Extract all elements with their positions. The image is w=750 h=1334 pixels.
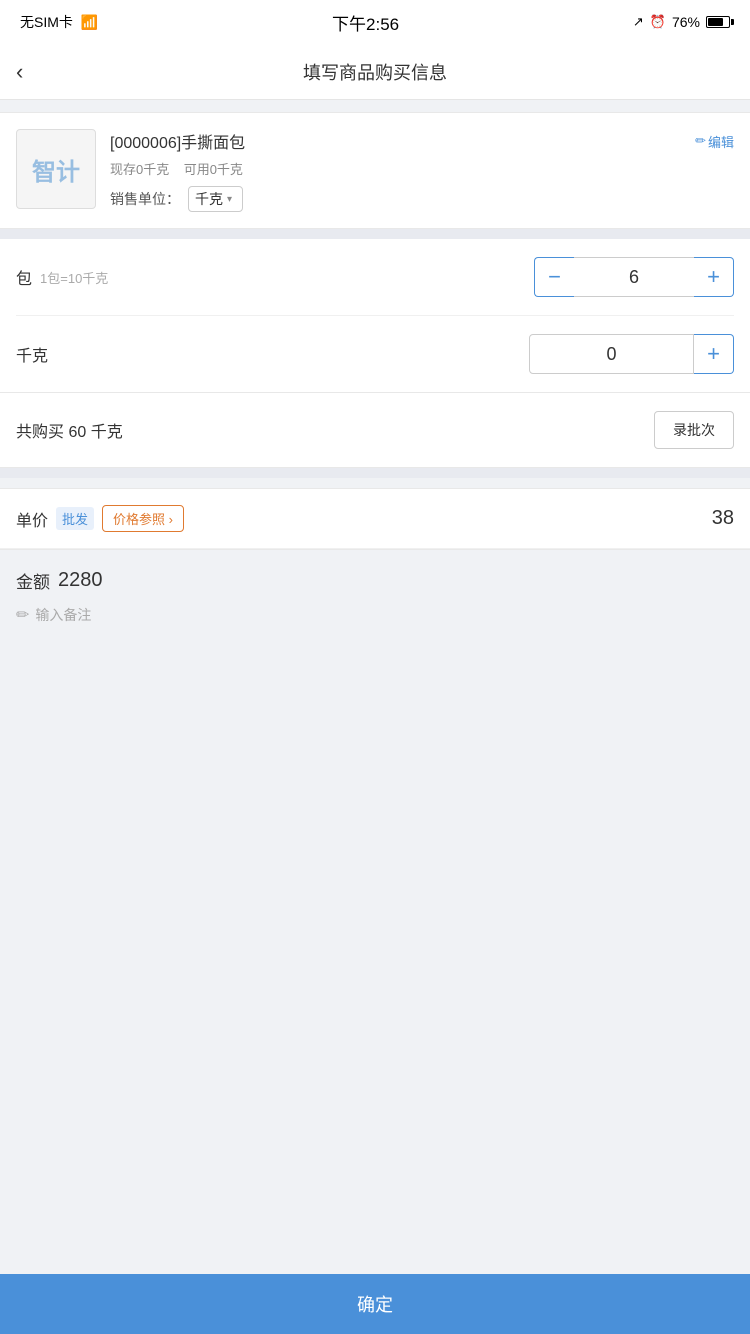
bao-increment-button[interactable]: + xyxy=(694,257,734,297)
price-value: 38 xyxy=(712,507,734,530)
battery-text: 76% xyxy=(672,14,700,30)
kg-label: 千克 xyxy=(16,342,48,366)
amount-value: 2280 xyxy=(58,569,103,592)
price-section: 单价 批发 价格参照 › 38 xyxy=(0,488,750,550)
carrier-text: 无SIM卡 xyxy=(20,12,73,32)
price-label: 单价 xyxy=(16,507,48,531)
unit-dropdown-icon: ▾ xyxy=(227,194,232,205)
bao-hint: 1包=10千克 xyxy=(40,268,108,287)
summary-row: 共购买 60 千克 录批次 xyxy=(0,393,750,468)
back-button[interactable]: ‹ xyxy=(16,59,23,85)
bao-controls: − + xyxy=(534,257,734,297)
quantity-section: 包 1包=10千克 − + 千克 + xyxy=(0,239,750,393)
status-carrier: 无SIM卡 📶 xyxy=(20,12,98,32)
section-divider-1 xyxy=(0,229,750,239)
amount-row: 金额 2280 xyxy=(16,568,734,593)
product-thumbnail: 智计 xyxy=(16,129,96,209)
kg-controls: + xyxy=(529,334,734,374)
price-row: 单价 批发 价格参照 › 38 xyxy=(0,489,750,549)
quantity-kg-row: 千克 + xyxy=(16,316,734,392)
summary-text: 共购买 60 千克 xyxy=(16,418,123,442)
product-name-row: [0000006]手撕面包 ✏ 编辑 xyxy=(110,129,734,153)
battery-icon xyxy=(706,16,730,28)
note-icon: ✏ xyxy=(16,605,29,625)
edit-button[interactable]: ✏ 编辑 xyxy=(695,132,734,151)
bao-label-group: 包 1包=10千克 xyxy=(16,265,108,289)
bao-input[interactable] xyxy=(574,257,694,297)
product-name: [0000006]手撕面包 xyxy=(110,129,245,153)
edit-label: 编辑 xyxy=(708,132,734,151)
note-row[interactable]: ✏ 输入备注 xyxy=(16,605,734,625)
confirm-text: 确定 xyxy=(357,1291,393,1317)
status-indicators: ↗ ⏰ 76% xyxy=(633,14,730,30)
location-icon: ↗ xyxy=(633,14,644,30)
kg-input[interactable] xyxy=(529,334,694,374)
unit-selector[interactable]: 千克 ▾ xyxy=(188,186,243,212)
bao-decrement-button[interactable]: − xyxy=(534,257,574,297)
stock-available: 可用0千克 xyxy=(184,162,243,177)
page-title: 填写商品购买信息 xyxy=(303,59,447,85)
product-unit-row: 销售单位： 千克 ▾ xyxy=(110,186,734,212)
section-divider-2 xyxy=(0,468,750,478)
quantity-bao-row: 包 1包=10千克 − + xyxy=(16,239,734,316)
edit-icon: ✏ xyxy=(695,133,706,149)
kg-increment-button[interactable]: + xyxy=(694,334,734,374)
unit-label: 销售单位： xyxy=(110,189,180,209)
kg-label-group: 千克 xyxy=(16,342,48,366)
product-logo: 智计 xyxy=(32,152,80,187)
amount-section: 金额 2280 ✏ 输入备注 xyxy=(0,550,750,635)
wifi-icon: 📶 xyxy=(81,14,98,31)
note-placeholder: 输入备注 xyxy=(35,605,91,625)
confirm-bar[interactable]: 确定 xyxy=(0,1274,750,1334)
product-card: 智计 [0000006]手撕面包 ✏ 编辑 现存0千克 可用0千克 销售单位： … xyxy=(0,112,750,229)
status-bar: 无SIM卡 📶 下午2:56 ↗ ⏰ 76% xyxy=(0,0,750,44)
batch-button[interactable]: 录批次 xyxy=(654,411,734,449)
product-info: [0000006]手撕面包 ✏ 编辑 现存0千克 可用0千克 销售单位： 千克 … xyxy=(110,129,734,212)
alarm-icon: ⏰ xyxy=(650,14,666,30)
bao-label: 包 xyxy=(16,265,32,289)
product-stock: 现存0千克 可用0千克 xyxy=(110,159,734,178)
bottom-spacer xyxy=(0,635,750,835)
status-time: 下午2:56 xyxy=(332,10,399,35)
price-ref-button[interactable]: 价格参照 › xyxy=(102,505,184,532)
amount-label: 金额 xyxy=(16,568,50,593)
unit-value: 千克 xyxy=(195,189,223,209)
stock-current: 现存0千克 xyxy=(110,162,169,177)
price-type-tag: 批发 xyxy=(56,507,94,530)
nav-bar: ‹ 填写商品购买信息 xyxy=(0,44,750,100)
